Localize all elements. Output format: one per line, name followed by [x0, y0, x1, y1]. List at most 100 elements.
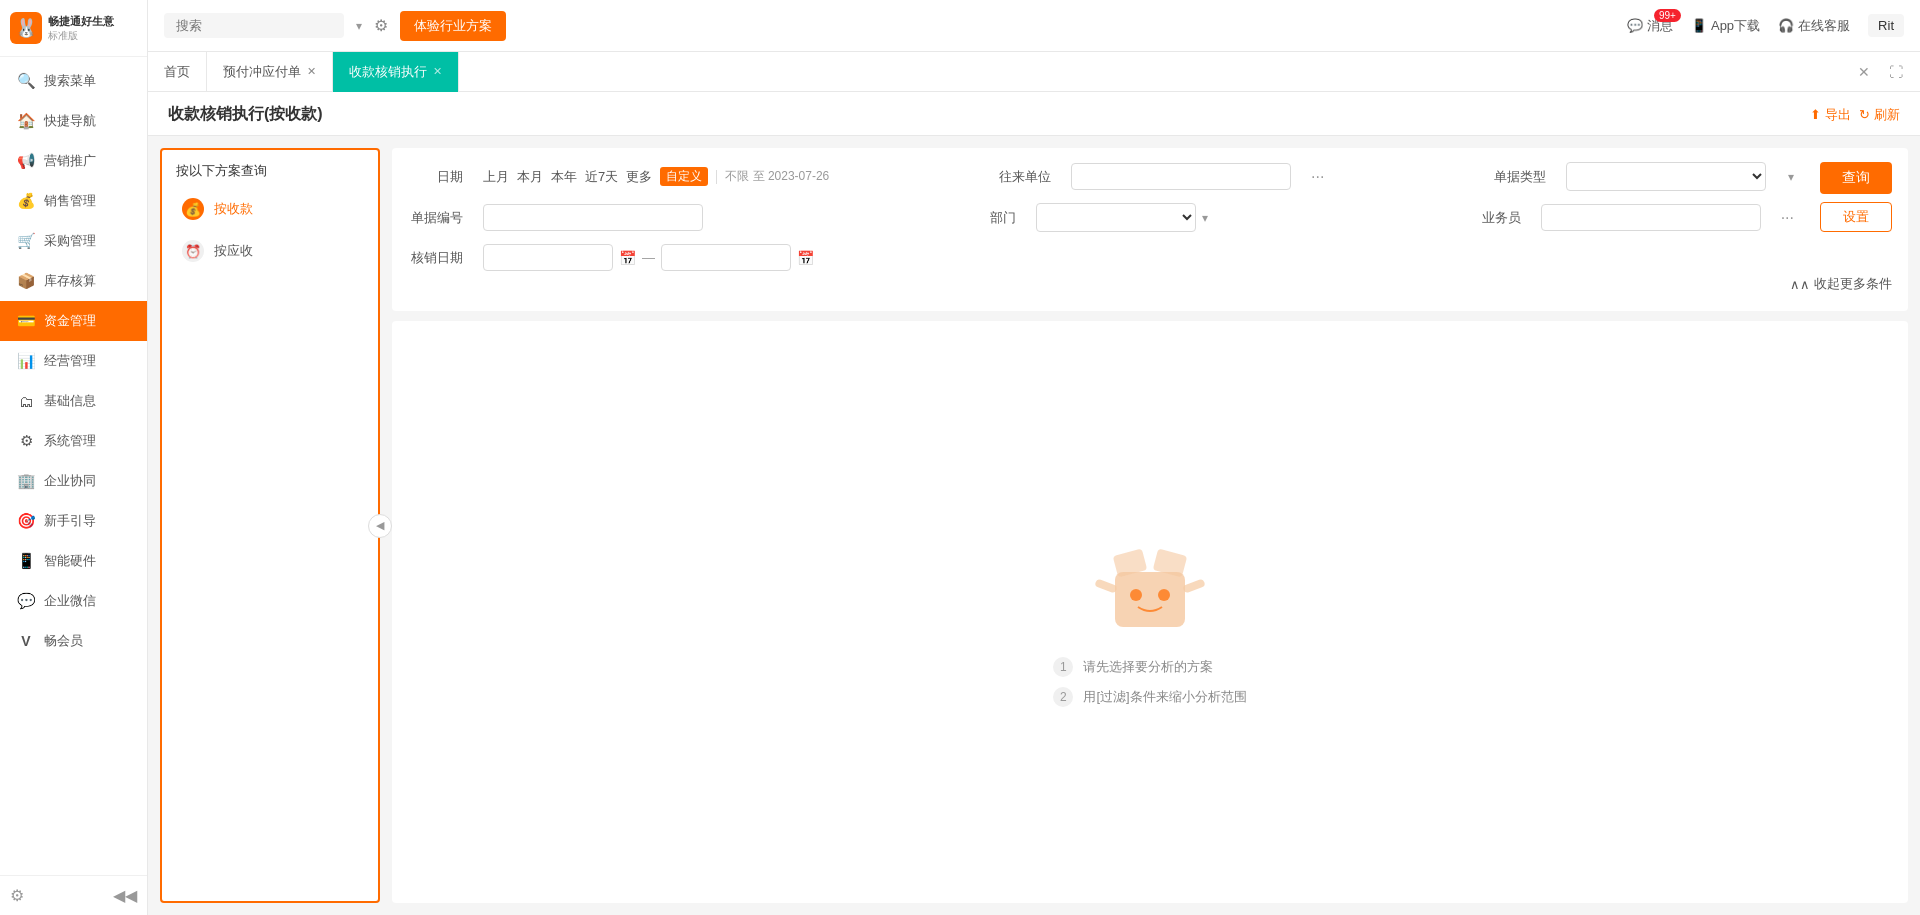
tab-home[interactable]: 首页	[148, 52, 207, 92]
shortcut-this-year[interactable]: 本年	[551, 168, 577, 186]
shortcut-this-month[interactable]: 本月	[517, 168, 543, 186]
doc-num-label: 单据编号	[408, 209, 463, 227]
refresh-label: 刷新	[1874, 106, 1900, 124]
filter-item-label: 按应收	[214, 242, 253, 260]
tab-receipt-label: 收款核销执行	[349, 63, 427, 81]
doc-num-input[interactable]	[483, 204, 703, 231]
shortcut-7days[interactable]: 近7天	[585, 168, 618, 186]
sidebar-item-label: 搜索菜单	[44, 72, 96, 90]
tab-prepay[interactable]: 预付冲应付单 ✕	[207, 52, 333, 92]
sidebar-item-system[interactable]: ⚙ 系统管理	[0, 421, 147, 461]
export-button[interactable]: ⬆ 导出	[1810, 106, 1851, 124]
form-row-2: 单据编号 部门 ▾	[408, 203, 1794, 232]
date-range: 2023-03-01 📅 — 2023-07-21 📅	[483, 244, 814, 271]
sidebar-item-label: 销售管理	[44, 192, 96, 210]
logo-area: 🐰 畅捷通好生意 标准版	[0, 0, 147, 57]
sidebar-item-guide[interactable]: 🎯 新手引导	[0, 501, 147, 541]
hardware-icon: 📱	[16, 551, 36, 571]
hint-text-2: 用[过滤]条件来缩小分析范围	[1083, 688, 1246, 706]
sidebar-item-marketing[interactable]: 📢 营销推广	[0, 141, 147, 181]
sales-icon: 💰	[16, 191, 36, 211]
svg-rect-0	[1115, 572, 1185, 627]
collapse-more-button[interactable]: ∧∧ 收起更多条件	[1790, 275, 1892, 293]
sidebar-item-inventory[interactable]: 📦 库存核算	[0, 261, 147, 301]
tab-prepay-close-icon[interactable]: ✕	[307, 65, 316, 78]
service-label: 在线客服	[1798, 17, 1850, 35]
write-off-date-label: 核销日期	[408, 249, 463, 267]
tab-receipt-write-off[interactable]: 收款核销执行 ✕	[333, 52, 459, 92]
partner-input[interactable]	[1071, 163, 1291, 190]
sidebar-item-wechat[interactable]: 💬 企业微信	[0, 581, 147, 621]
message-badge: 99+	[1654, 9, 1681, 22]
sidebar-item-member[interactable]: V 畅会员	[0, 621, 147, 661]
dropdown-arrow-icon[interactable]: ▾	[356, 19, 362, 33]
tab-receipt-close-icon[interactable]: ✕	[433, 65, 442, 78]
sidebar-item-ops[interactable]: 📊 经营管理	[0, 341, 147, 381]
message-button[interactable]: 💬 消息 99+	[1627, 17, 1673, 35]
filter-item-by-receipt[interactable]: 💰 按收款	[162, 188, 378, 230]
online-service-button[interactable]: 🎧 在线客服	[1778, 17, 1850, 35]
close-tab-icon[interactable]: ✕	[1850, 58, 1878, 86]
settings-button[interactable]: 设置	[1820, 202, 1892, 232]
filter-item-by-receivable[interactable]: ⏰ 按应收	[162, 230, 378, 272]
shortcut-last-month[interactable]: 上月	[483, 168, 509, 186]
topbar-right: 💬 消息 99+ 📱 App下载 🎧 在线客服 Rit	[1627, 14, 1904, 37]
sidebar-item-quick-nav[interactable]: 🏠 快捷导航	[0, 101, 147, 141]
doc-type-label: 单据类型	[1491, 168, 1546, 186]
doc-type-select[interactable]	[1566, 162, 1766, 191]
gear-icon[interactable]: ⚙	[374, 16, 388, 35]
app-download-button[interactable]: 📱 App下载	[1691, 17, 1760, 35]
empty-hint-1: 1 请先选择要分析的方案	[1053, 657, 1246, 677]
query-button[interactable]: 查询	[1820, 162, 1892, 194]
search-input[interactable]	[164, 13, 344, 38]
dept-label: 部门	[961, 209, 1016, 227]
shortcut-custom[interactable]: 自定义	[660, 167, 708, 186]
staff-input[interactable]	[1541, 204, 1761, 231]
home-icon: 🏠	[16, 111, 36, 131]
date-label: 日期	[408, 168, 463, 186]
content-header: 收款核销执行(按收款) ⬆ 导出 ↻ 刷新	[148, 92, 1920, 136]
refresh-button[interactable]: ↻ 刷新	[1859, 106, 1900, 124]
system-icon: ⚙	[16, 431, 36, 451]
svg-point-3	[1130, 589, 1142, 601]
date-unlimited-label: 不限 至 2023-07-26	[725, 168, 829, 185]
tab-prepay-label: 预付冲应付单	[223, 63, 301, 81]
collapse-sidebar-icon[interactable]: ◀◀	[113, 886, 137, 905]
sidebar-item-label: 系统管理	[44, 432, 96, 450]
sidebar-item-hardware[interactable]: 📱 智能硬件	[0, 541, 147, 581]
wechat-icon: 💬	[16, 591, 36, 611]
shortcut-more[interactable]: 更多	[626, 168, 652, 186]
expand-tab-icon[interactable]: ⛶	[1882, 58, 1910, 86]
dept-select[interactable]	[1036, 203, 1196, 232]
staff-more-icon[interactable]: ···	[1781, 209, 1794, 227]
sidebar-item-search[interactable]: 🔍 搜索菜单	[0, 61, 147, 101]
write-off-start-input[interactable]: 2023-03-01	[483, 244, 613, 271]
export-icon: ⬆	[1810, 107, 1821, 122]
user-profile[interactable]: Rit	[1868, 14, 1904, 37]
date-separator: —	[642, 250, 655, 265]
export-label: 导出	[1825, 106, 1851, 124]
sidebar-item-corp[interactable]: 🏢 企业协同	[0, 461, 147, 501]
empty-hint-2: 2 用[过滤]条件来缩小分析范围	[1053, 687, 1246, 707]
sidebar-item-sales[interactable]: 💰 销售管理	[0, 181, 147, 221]
solution-button[interactable]: 体验行业方案	[400, 11, 506, 41]
sidebar-item-purchase[interactable]: 🛒 采购管理	[0, 221, 147, 261]
sidebar: 🐰 畅捷通好生意 标准版 🔍 搜索菜单 🏠 快捷导航 📢 营销推广 💰 销售管理…	[0, 0, 148, 915]
form-actions: 查询 设置	[1820, 162, 1892, 271]
sidebar-item-base[interactable]: 🗂 基础信息	[0, 381, 147, 421]
topbar: ▾ ⚙ 体验行业方案 💬 消息 99+ 📱 App下载 🎧 在线客服 Rit	[148, 0, 1920, 52]
filter-collapse-button[interactable]: ◀	[368, 514, 392, 538]
header-actions: ⬆ 导出 ↻ 刷新	[1810, 106, 1900, 124]
right-content: 日期 上月 本月 本年 近7天 更多 自定义 不限 至 2023-07-26	[392, 148, 1908, 903]
settings-icon[interactable]: ⚙	[10, 886, 24, 905]
page-title: 收款核销执行(按收款)	[168, 104, 323, 125]
sidebar-item-label: 基础信息	[44, 392, 96, 410]
calendar-start-icon[interactable]: 📅	[619, 250, 636, 266]
write-off-end-input[interactable]: 2023-07-21	[661, 244, 791, 271]
inventory-icon: 📦	[16, 271, 36, 291]
calendar-end-icon[interactable]: 📅	[797, 250, 814, 266]
sidebar-item-finance[interactable]: 💳 资金管理	[0, 301, 147, 341]
filter-panel-title: 按以下方案查询	[162, 150, 378, 188]
partner-more-icon[interactable]: ···	[1311, 168, 1324, 186]
svg-point-4	[1158, 589, 1170, 601]
